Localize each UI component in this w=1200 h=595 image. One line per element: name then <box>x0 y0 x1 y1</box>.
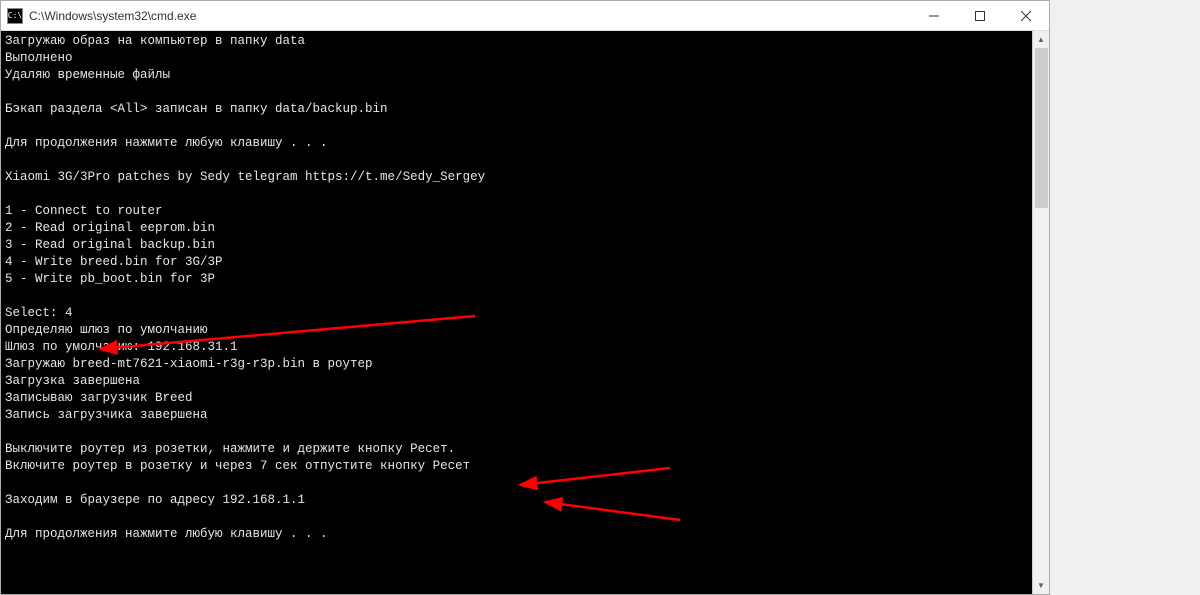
scrollbar-thumb[interactable] <box>1035 48 1048 208</box>
titlebar[interactable]: C:\ C:\Windows\system32\cmd.exe <box>1 1 1049 31</box>
cmd-icon: C:\ <box>7 8 23 24</box>
close-button[interactable] <box>1003 1 1049 30</box>
minimize-button[interactable] <box>911 1 957 30</box>
vertical-scrollbar[interactable]: ▲ ▼ <box>1032 31 1049 594</box>
window-controls <box>911 1 1049 30</box>
scrollbar-down-arrow[interactable]: ▼ <box>1033 577 1049 594</box>
scrollbar-up-arrow[interactable]: ▲ <box>1033 31 1049 48</box>
maximize-button[interactable] <box>957 1 1003 30</box>
cmd-window: C:\ C:\Windows\system32\cmd.exe Загружаю… <box>0 0 1050 595</box>
terminal-output[interactable]: Загружаю образ на компьютер в папку data… <box>1 31 1049 594</box>
window-title: C:\Windows\system32\cmd.exe <box>29 9 911 23</box>
